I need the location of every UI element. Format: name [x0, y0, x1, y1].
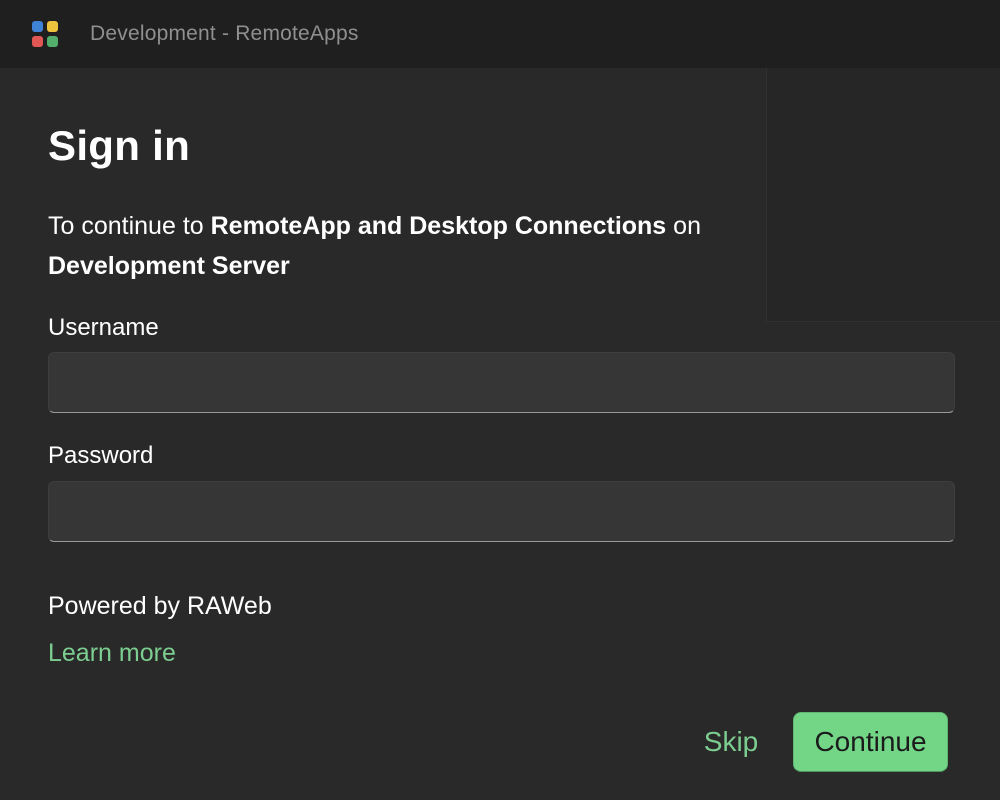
password-label: Password [48, 442, 154, 469]
signin-subtitle: To continue to RemoteApp and Desktop Con… [48, 206, 778, 286]
titlebar: Development - RemoteApps [0, 0, 1000, 68]
learn-more-link[interactable]: Learn more [48, 639, 176, 668]
logo-tile-green [47, 36, 58, 47]
subtitle-app-name: RemoteApp and Desktop Connections [210, 212, 667, 240]
password-input[interactable] [48, 481, 955, 542]
username-input[interactable] [48, 352, 955, 413]
username-label: Username [48, 314, 159, 341]
app-logo-icon [32, 21, 58, 47]
page-title: Sign in [48, 122, 191, 169]
subtitle-server-name: Development Server [48, 252, 290, 280]
logo-tile-yellow [47, 21, 58, 32]
logo-tile-blue [32, 21, 43, 32]
powered-by-text: Powered by RAWeb [48, 592, 272, 620]
continue-button[interactable]: Continue [793, 712, 948, 772]
subtitle-prefix: To continue to [48, 212, 211, 240]
logo-tile-red [32, 36, 43, 47]
window-title: Development - RemoteApps [90, 22, 359, 45]
skip-button[interactable]: Skip [686, 718, 776, 766]
dimmed-corner-region [766, 68, 1000, 322]
signin-page: Sign in To continue to RemoteApp and Des… [0, 68, 1000, 800]
subtitle-mid: on [666, 212, 701, 240]
